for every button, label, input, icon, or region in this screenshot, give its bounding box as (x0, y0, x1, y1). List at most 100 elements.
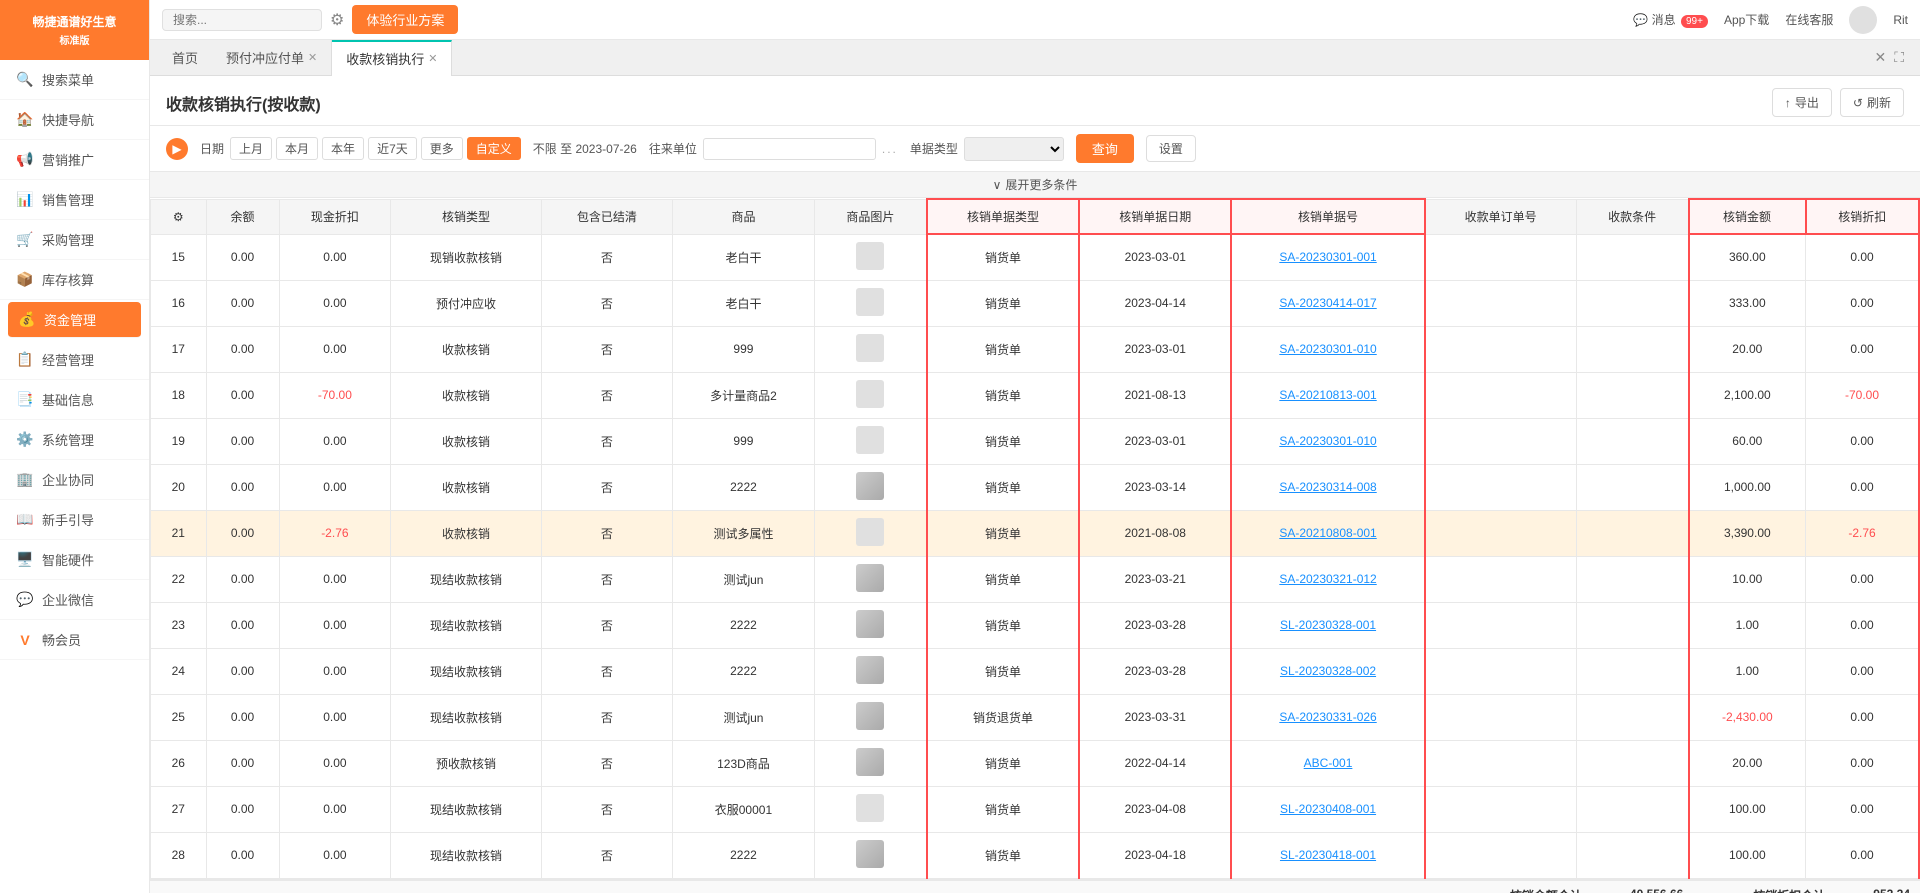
sidebar-item-sys-mgmt[interactable]: ⚙️ 系统管理 (0, 420, 149, 460)
cell-writeoff-bill-no[interactable]: SA-20230314-008 (1231, 464, 1424, 510)
cell-writeoff-amount: 20.00 (1689, 740, 1806, 786)
cell-cash-discount: -70.00 (279, 372, 391, 418)
sidebar-item-quick-nav[interactable]: 🏠 快捷导航 (0, 100, 149, 140)
maximize-icon[interactable]: ⛶ (1894, 49, 1904, 66)
bill-no-link[interactable]: SA-20210808-001 (1279, 526, 1376, 540)
sidebar-item-operations[interactable]: 📋 经营管理 (0, 340, 149, 380)
cell-receipt-condition (1576, 234, 1689, 280)
query-button[interactable]: 查询 (1076, 134, 1134, 163)
bill-no-link[interactable]: SA-20210813-001 (1279, 388, 1376, 402)
sidebar-item-member[interactable]: V 畅会员 (0, 620, 149, 660)
date-btn-custom[interactable]: 自定义 (467, 137, 521, 160)
cell-product-img (814, 372, 927, 418)
bill-no-link[interactable]: SA-20230301-010 (1279, 342, 1376, 356)
cell-writeoff-type: 现结收款核销 (391, 694, 542, 740)
filter-bar: ▶ 日期 上月 本月 本年 近7天 更多 自定义 不限 至 2023-07-26… (150, 126, 1920, 172)
product-image (856, 840, 884, 868)
cell-writeoff-bill-no[interactable]: SL-20230328-001 (1231, 602, 1424, 648)
bill-no-link[interactable]: ABC-001 (1304, 756, 1353, 770)
cell-writeoff-bill-type: 销货单 (927, 234, 1079, 280)
date-filter-label: 日期 (200, 140, 224, 157)
cell-writeoff-bill-no[interactable]: SL-20230408-001 (1231, 786, 1424, 832)
bill-no-link[interactable]: SA-20230414-017 (1279, 296, 1376, 310)
top-search-input[interactable] (162, 9, 322, 31)
cell-writeoff-amount: 20.00 (1689, 326, 1806, 372)
date-btn-7days[interactable]: 近7天 (368, 137, 417, 160)
bill-no-link[interactable]: SA-20230314-008 (1279, 480, 1376, 494)
date-btn-more[interactable]: 更多 (421, 137, 463, 160)
bill-no-link[interactable]: SA-20230331-026 (1279, 710, 1376, 724)
bill-no-link[interactable]: SA-20230321-012 (1279, 572, 1376, 586)
cell-writeoff-bill-no[interactable]: SA-20210813-001 (1231, 372, 1424, 418)
bill-no-link[interactable]: SL-20230418-001 (1280, 848, 1376, 862)
sidebar-item-inventory[interactable]: 📦 库存核算 (0, 260, 149, 300)
date-btn-this-year[interactable]: 本年 (322, 137, 364, 160)
avatar[interactable] (1849, 6, 1877, 34)
bill-no-link[interactable]: SL-20230328-002 (1280, 664, 1376, 678)
message-area[interactable]: 💬 消息 99+ (1633, 11, 1708, 28)
sidebar-item-wechat[interactable]: 💬 企业微信 (0, 580, 149, 620)
col-settings[interactable]: ⚙ (151, 199, 207, 234)
order-type-select[interactable] (964, 137, 1064, 161)
expand-conditions-bar[interactable]: ∨ 展开更多条件 (150, 172, 1920, 198)
date-btn-last-month[interactable]: 上月 (230, 137, 272, 160)
box-icon: 📦 (16, 271, 34, 288)
cell-writeoff-bill-no[interactable]: SA-20230301-001 (1231, 234, 1424, 280)
export-button[interactable]: ↑ 导出 (1772, 88, 1832, 117)
sidebar-item-marketing[interactable]: 📢 营销推广 (0, 140, 149, 180)
cell-writeoff-bill-date: 2023-04-08 (1079, 786, 1231, 832)
sidebar-item-purchase[interactable]: 🛒 采购管理 (0, 220, 149, 260)
cell-writeoff-bill-no[interactable]: SA-20210808-001 (1231, 510, 1424, 556)
bill-no-link[interactable]: SA-20230301-010 (1279, 434, 1376, 448)
cell-writeoff-bill-no[interactable]: SL-20230328-002 (1231, 648, 1424, 694)
online-service-link[interactable]: 在线客服 (1785, 11, 1833, 28)
bill-no-link[interactable]: SL-20230328-001 (1280, 618, 1376, 632)
sidebar-item-hardware[interactable]: 🖥️ 智能硬件 (0, 540, 149, 580)
sidebar-item-base-info[interactable]: 📑 基础信息 (0, 380, 149, 420)
cart-icon: 🛒 (16, 231, 34, 248)
tab-collection[interactable]: 收款核销执行 ✕ (332, 40, 452, 76)
clipboard-icon: 📋 (16, 351, 34, 368)
solution-button[interactable]: 体验行业方案 (352, 5, 458, 34)
cell-product: 2222 (672, 602, 814, 648)
sidebar-item-finance[interactable]: 💰 资金管理 (8, 302, 141, 338)
sidebar-item-search[interactable]: 🔍 搜索菜单 (0, 60, 149, 100)
cell-receipt-condition (1576, 786, 1689, 832)
sidebar-item-sales[interactable]: 📊 销售管理 (0, 180, 149, 220)
gear-icon: ⚙️ (16, 431, 34, 448)
cell-writeoff-bill-no[interactable]: SA-20230301-010 (1231, 326, 1424, 372)
cell-writeoff-bill-type: 销货单 (927, 786, 1079, 832)
tab-prepay[interactable]: 预付冲应付单 ✕ (212, 40, 332, 76)
cell-writeoff-discount: 0.00 (1806, 786, 1919, 832)
bill-no-link[interactable]: SL-20230408-001 (1280, 802, 1376, 816)
sidebar-item-enterprise[interactable]: 🏢 企业协同 (0, 460, 149, 500)
refresh-button[interactable]: ↺ 刷新 (1840, 88, 1904, 117)
close-tab-icon[interactable]: ✕ (1874, 49, 1886, 66)
settings-icon[interactable]: ⚙ (330, 10, 344, 30)
app-download-link[interactable]: App下载 (1724, 11, 1769, 28)
table-settings-button[interactable]: 设置 (1146, 135, 1196, 162)
refresh-icon: ↺ (1853, 96, 1863, 110)
cell-writeoff-bill-no[interactable]: SA-20230301-010 (1231, 418, 1424, 464)
cell-writeoff-bill-no[interactable]: ABC-001 (1231, 740, 1424, 786)
tab-close-collection[interactable]: ✕ (428, 52, 437, 65)
cell-product-img (814, 740, 927, 786)
sidebar-item-guide[interactable]: 📖 新手引导 (0, 500, 149, 540)
message-badge: 99+ (1681, 15, 1708, 28)
partner-input[interactable] (703, 138, 876, 160)
cell-num: 19 (151, 418, 207, 464)
product-image (856, 564, 884, 592)
filter-expand-button[interactable]: ▶ (166, 138, 188, 160)
cell-writeoff-bill-no[interactable]: SL-20230418-001 (1231, 832, 1424, 878)
tab-close-prepay[interactable]: ✕ (308, 51, 317, 64)
bill-no-link[interactable]: SA-20230301-001 (1279, 250, 1376, 264)
cell-writeoff-bill-no[interactable]: SA-20230321-012 (1231, 556, 1424, 602)
table-row: 28 0.00 0.00 现结收款核销 否 2222 销货单 2023-04-1… (151, 832, 1920, 878)
book-icon: 📖 (16, 511, 34, 528)
date-btn-this-month[interactable]: 本月 (276, 137, 318, 160)
cell-balance: 0.00 (206, 694, 279, 740)
cell-writeoff-bill-no[interactable]: SA-20230414-017 (1231, 280, 1424, 326)
cell-writeoff-bill-no[interactable]: SA-20230331-026 (1231, 694, 1424, 740)
sidebar-item-label: 经营管理 (42, 350, 94, 369)
tab-home[interactable]: 首页 (158, 48, 212, 67)
